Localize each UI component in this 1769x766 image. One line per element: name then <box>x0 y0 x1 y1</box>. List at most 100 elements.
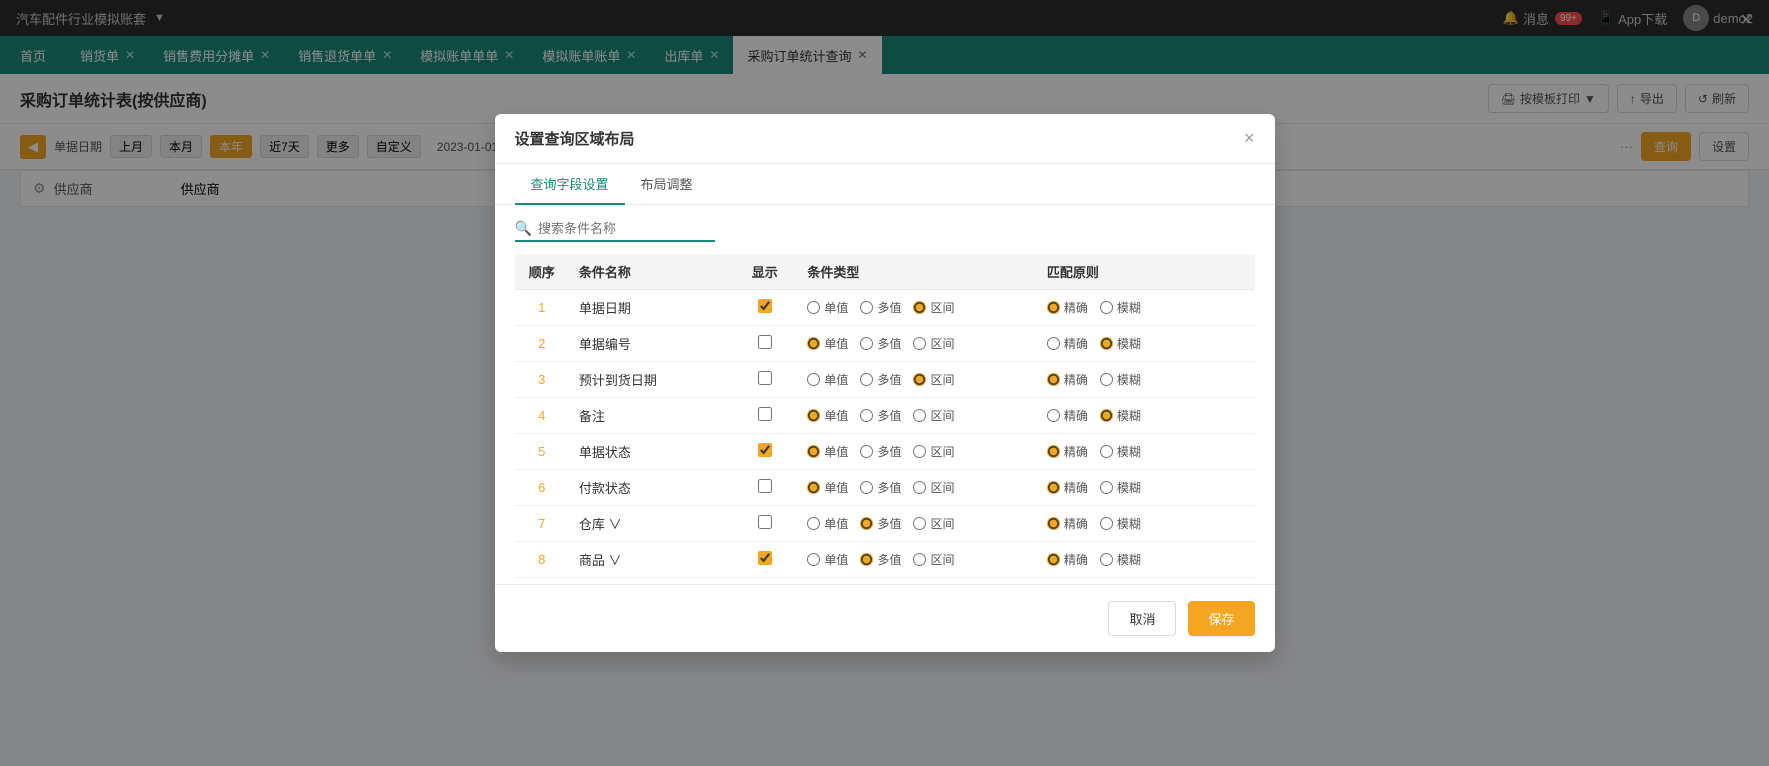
type-radio-label[interactable]: 单值 <box>807 479 848 496</box>
type-radio-label[interactable]: 多值 <box>860 407 901 424</box>
match-radio-label[interactable]: 精确 <box>1047 335 1088 352</box>
match-radio-label[interactable]: 模糊 <box>1100 515 1141 532</box>
match-radio[interactable] <box>1047 301 1060 314</box>
match-radio[interactable] <box>1047 409 1060 422</box>
type-radio[interactable] <box>860 301 873 314</box>
match-radio-label[interactable]: 模糊 <box>1100 335 1141 352</box>
type-radio[interactable] <box>807 373 820 386</box>
display-checkbox[interactable] <box>758 479 772 493</box>
type-radio[interactable] <box>860 445 873 458</box>
type-radio-label[interactable]: 单值 <box>807 371 848 388</box>
type-radio-label[interactable]: 单值 <box>807 551 848 568</box>
type-radio-label[interactable]: 区间 <box>913 371 954 388</box>
type-radio[interactable] <box>913 553 926 566</box>
match-radio-label[interactable]: 模糊 <box>1100 371 1141 388</box>
cancel-button[interactable]: 取消 <box>1108 601 1176 636</box>
type-radio-label[interactable]: 单值 <box>807 407 848 424</box>
modal-close-button[interactable]: × <box>1244 128 1255 149</box>
search-icon: 🔍 <box>515 220 532 237</box>
type-radio[interactable] <box>913 301 926 314</box>
match-radio-label[interactable]: 模糊 <box>1100 551 1141 568</box>
type-radio-label[interactable]: 多值 <box>860 479 901 496</box>
type-radio-label[interactable]: 区间 <box>913 515 954 532</box>
type-radio-label[interactable]: 区间 <box>913 407 954 424</box>
match-radio-label[interactable]: 模糊 <box>1100 299 1141 316</box>
type-radio[interactable] <box>860 481 873 494</box>
search-input-wrap: 🔍 <box>515 217 715 242</box>
type-radio[interactable] <box>807 301 820 314</box>
type-radio-label[interactable]: 区间 <box>913 479 954 496</box>
match-radio-label[interactable]: 精确 <box>1047 551 1088 568</box>
type-radio[interactable] <box>913 517 926 530</box>
type-radio-label[interactable]: 区间 <box>913 299 954 316</box>
match-radio[interactable] <box>1047 445 1060 458</box>
type-radio-label[interactable]: 单值 <box>807 443 848 460</box>
cell-name: 单据状态 <box>569 434 732 470</box>
match-radio[interactable] <box>1100 409 1113 422</box>
save-button[interactable]: 保存 <box>1188 601 1254 636</box>
match-radio[interactable] <box>1047 481 1060 494</box>
type-radio[interactable] <box>860 373 873 386</box>
match-radio-label[interactable]: 精确 <box>1047 407 1088 424</box>
match-radio-label[interactable]: 模糊 <box>1100 479 1141 496</box>
type-radio-label[interactable]: 多值 <box>860 443 901 460</box>
match-radio-label[interactable]: 精确 <box>1047 443 1088 460</box>
match-radio-label[interactable]: 模糊 <box>1100 407 1141 424</box>
match-radio-label[interactable]: 精确 <box>1047 299 1088 316</box>
match-radio[interactable] <box>1047 517 1060 530</box>
display-checkbox[interactable] <box>758 335 772 349</box>
display-checkbox[interactable] <box>758 443 772 457</box>
type-radio[interactable] <box>807 409 820 422</box>
match-radio-label[interactable]: 精确 <box>1047 371 1088 388</box>
match-radio[interactable] <box>1100 337 1113 350</box>
type-radio[interactable] <box>860 337 873 350</box>
type-radio[interactable] <box>807 553 820 566</box>
match-radio[interactable] <box>1100 445 1113 458</box>
match-radio[interactable] <box>1100 553 1113 566</box>
display-checkbox[interactable] <box>758 407 772 421</box>
type-radio-label[interactable]: 多值 <box>860 515 901 532</box>
display-checkbox[interactable] <box>758 299 772 313</box>
type-radio[interactable] <box>860 517 873 530</box>
type-radio-label[interactable]: 区间 <box>913 335 954 352</box>
type-radio[interactable] <box>807 481 820 494</box>
display-checkbox[interactable] <box>758 371 772 385</box>
type-radio[interactable] <box>860 409 873 422</box>
type-radio-label[interactable]: 多值 <box>860 299 901 316</box>
type-radio[interactable] <box>860 553 873 566</box>
type-radio-label[interactable]: 单值 <box>807 335 848 352</box>
type-radio-label[interactable]: 多值 <box>860 335 901 352</box>
type-radio[interactable] <box>807 337 820 350</box>
type-radio[interactable] <box>913 445 926 458</box>
type-radio-label[interactable]: 单值 <box>807 299 848 316</box>
type-radio[interactable] <box>807 445 820 458</box>
match-radio[interactable] <box>1100 373 1113 386</box>
type-radio-text: 单值 <box>824 299 848 316</box>
type-radio-label[interactable]: 区间 <box>913 551 954 568</box>
display-checkbox[interactable] <box>758 515 772 529</box>
type-radio[interactable] <box>807 517 820 530</box>
type-radio[interactable] <box>913 373 926 386</box>
type-radio-label[interactable]: 多值 <box>860 551 901 568</box>
match-radio[interactable] <box>1100 301 1113 314</box>
match-radio-label[interactable]: 模糊 <box>1100 443 1141 460</box>
match-radio-label[interactable]: 精确 <box>1047 515 1088 532</box>
match-radio-text: 模糊 <box>1117 407 1141 424</box>
type-radio-label[interactable]: 区间 <box>913 443 954 460</box>
display-checkbox[interactable] <box>758 551 772 565</box>
search-input[interactable] <box>538 217 715 240</box>
tab-layout-adjust[interactable]: 布局调整 <box>625 164 709 205</box>
type-radio-label[interactable]: 单值 <box>807 515 848 532</box>
match-radio[interactable] <box>1100 481 1113 494</box>
cell-name: 预计到货日期 <box>569 362 732 398</box>
tab-query-fields[interactable]: 查询字段设置 <box>515 164 625 205</box>
match-radio[interactable] <box>1047 337 1060 350</box>
type-radio-label[interactable]: 多值 <box>860 371 901 388</box>
match-radio[interactable] <box>1100 517 1113 530</box>
type-radio[interactable] <box>913 337 926 350</box>
type-radio[interactable] <box>913 481 926 494</box>
type-radio[interactable] <box>913 409 926 422</box>
match-radio[interactable] <box>1047 373 1060 386</box>
match-radio-label[interactable]: 精确 <box>1047 479 1088 496</box>
match-radio[interactable] <box>1047 553 1060 566</box>
